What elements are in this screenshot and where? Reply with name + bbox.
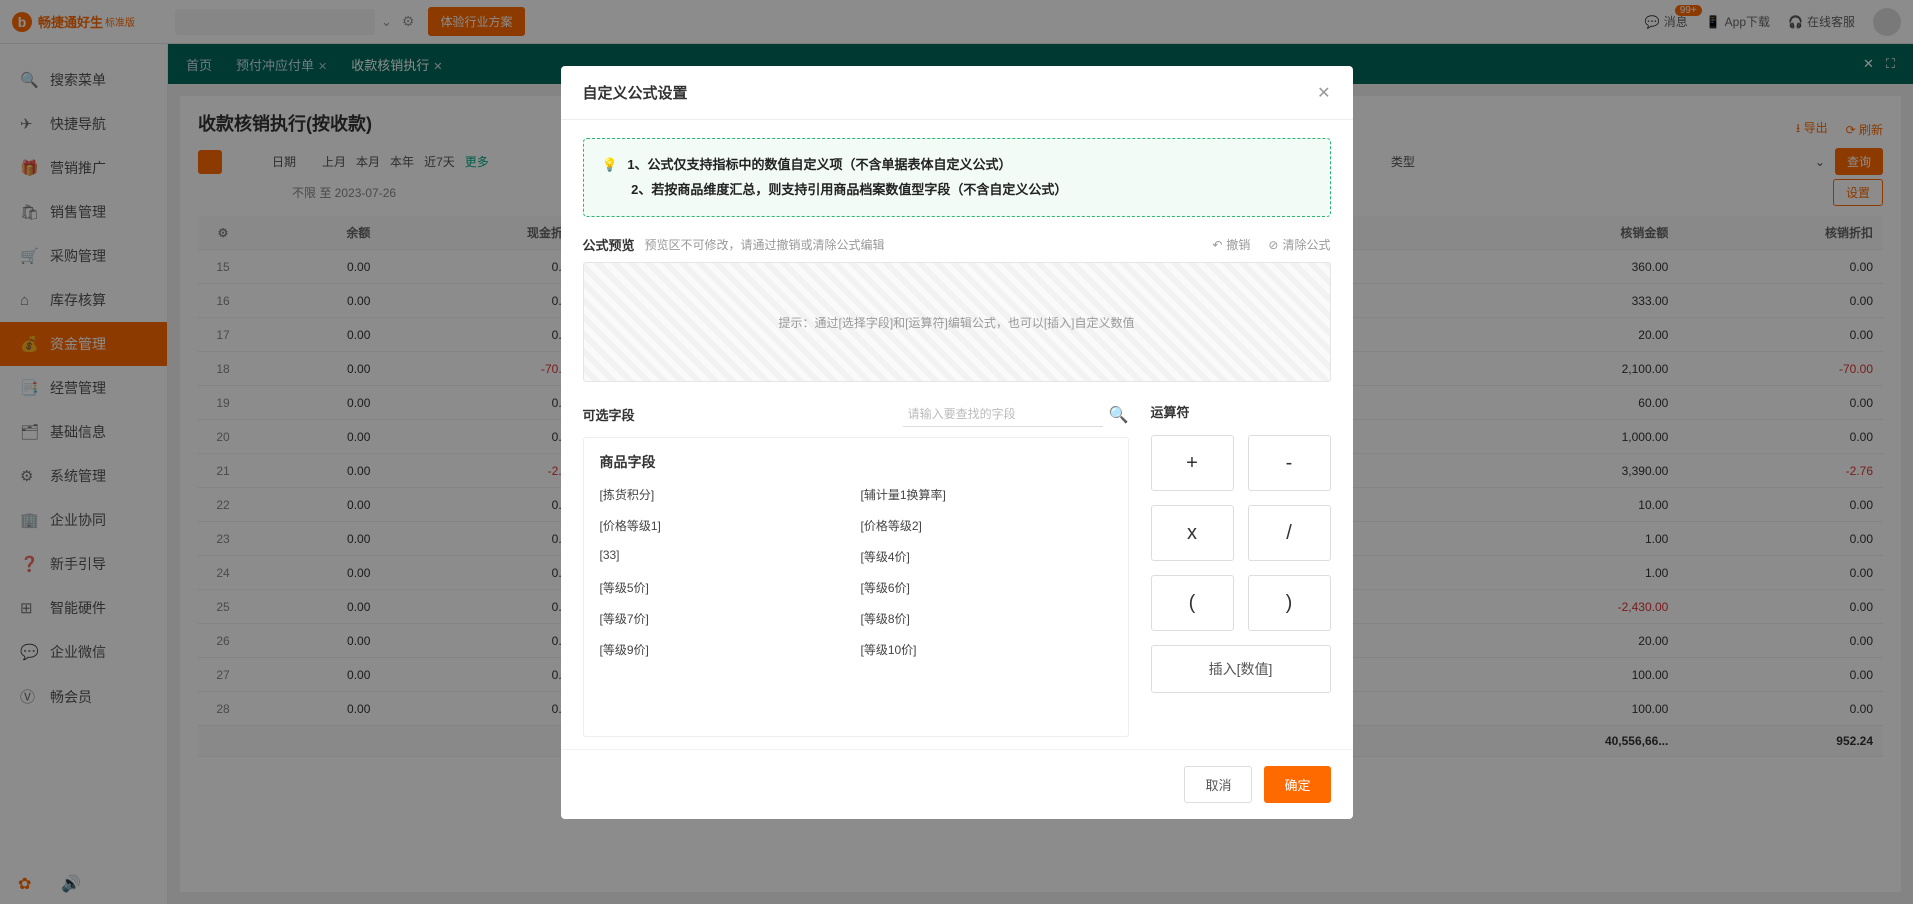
field-item[interactable]: [辅计量1换算率] <box>861 486 1112 503</box>
field-item[interactable]: [等级9价] <box>600 641 851 658</box>
operators-label: 运算符 <box>1151 402 1331 421</box>
field-list[interactable]: 商品字段 [拣货积分] [辅计量1换算率] [价格等级1] [价格等级2] [33] [等… <box>583 437 1129 737</box>
clear-button[interactable]: ⊘ 清除公式 <box>1268 236 1330 253</box>
insert-value-button[interactable]: 插入[数值] <box>1151 645 1331 693</box>
field-group: 商品字段 <box>600 452 1112 472</box>
operator-button[interactable]: ( <box>1151 575 1234 631</box>
modal-title: 自定义公式设置 <box>583 82 688 103</box>
preview-placeholder: 提示：通过[选择字段]和[运算符]编辑公式，也可以[插入]自定义数值 <box>778 314 1134 331</box>
field-item[interactable]: [33] <box>600 548 851 565</box>
operator-button[interactable]: + <box>1151 435 1234 491</box>
field-item[interactable]: [拣货积分] <box>600 486 851 503</box>
tip-2: 2、若按商品维度汇总，则支持引用商品档案数值型字段（不含自定义公式） <box>631 182 1067 197</box>
search-icon[interactable]: 🔍 <box>1109 405 1129 425</box>
operator-button[interactable]: / <box>1248 505 1331 561</box>
operator-button[interactable]: ) <box>1248 575 1331 631</box>
close-icon[interactable]: ✕ <box>1317 83 1330 103</box>
field-item[interactable]: [等级4价] <box>861 548 1112 565</box>
preview-label: 公式预览 <box>583 235 635 254</box>
operator-button[interactable]: x <box>1151 505 1234 561</box>
field-item[interactable]: [等级5价] <box>600 579 851 596</box>
preview-hint: 预览区不可修改，请通过撤销或清除公式编辑 <box>645 236 885 253</box>
operator-button[interactable]: - <box>1248 435 1331 491</box>
field-item[interactable]: [等级8价] <box>861 610 1112 627</box>
field-item[interactable]: [价格等级2] <box>861 517 1112 534</box>
undo-button[interactable]: ↶ 撤销 <box>1212 236 1250 253</box>
field-search-input[interactable] <box>903 402 1103 427</box>
ok-button[interactable]: 确定 <box>1264 766 1330 803</box>
fields-label: 可选字段 <box>583 405 635 424</box>
field-item[interactable]: [等级7价] <box>600 610 851 627</box>
cancel-button[interactable]: 取消 <box>1184 766 1252 803</box>
formula-preview: 提示：通过[选择字段]和[运算符]编辑公式，也可以[插入]自定义数值 <box>583 262 1331 382</box>
formula-modal: 自定义公式设置 ✕ 💡 1、公式仅支持指标中的数值自定义项（不含单据表体自定义公… <box>561 66 1353 819</box>
field-item[interactable]: [等级6价] <box>861 579 1112 596</box>
tip-1: 1、公式仅支持指标中的数值自定义项（不含单据表体自定义公式） <box>627 157 1011 172</box>
field-item[interactable]: [价格等级1] <box>600 517 851 534</box>
tip-box: 💡 1、公式仅支持指标中的数值自定义项（不含单据表体自定义公式） 2、若按商品维… <box>583 138 1331 217</box>
field-item[interactable]: [等级10价] <box>861 641 1112 658</box>
bulb-icon: 💡 <box>602 157 618 172</box>
